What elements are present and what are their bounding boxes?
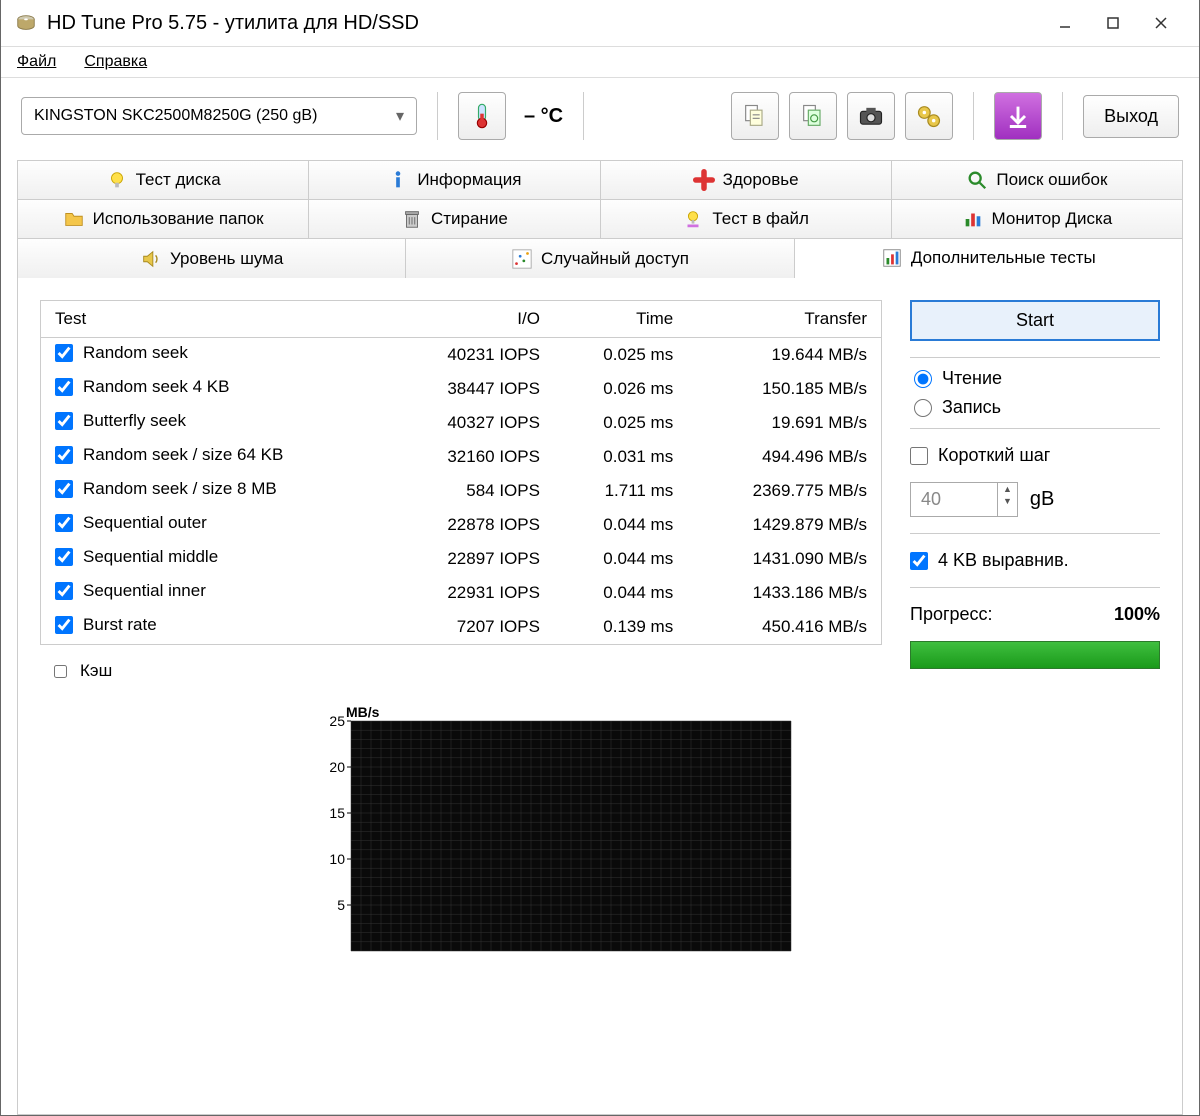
table-row[interactable]: Random seek 4 KB38447 IOPS0.026 ms150.18… <box>41 372 881 406</box>
copy-info-button[interactable] <box>731 92 779 140</box>
table-row[interactable]: Burst rate7207 IOPS0.139 ms450.416 MB/s <box>41 610 881 644</box>
tab-health[interactable]: Здоровье <box>601 161 892 199</box>
menu-help[interactable]: Справка <box>84 53 147 71</box>
tab-random-access[interactable]: Случайный доступ <box>406 239 794 278</box>
monitor-bars-icon <box>962 208 984 230</box>
table-row[interactable]: Random seek / size 8 MB584 IOPS1.711 ms2… <box>41 474 881 508</box>
chart: MB/s 5 10 15 20 25 <box>40 699 882 969</box>
settings-button[interactable] <box>905 92 953 140</box>
toolbar: KINGSTON SKC2500M8250G (250 gB) ▾ – °C В… <box>1 78 1199 154</box>
table-row[interactable]: Random seek / size 64 KB32160 IOPS0.031 … <box>41 440 881 474</box>
tab-disk-monitor[interactable]: Монитор Диска <box>892 200 1182 238</box>
sidebar: Start Чтение Запись Короткий шаг 40 ▲▼ g… <box>910 300 1160 1092</box>
table-row[interactable]: Sequential inner22931 IOPS0.044 ms1433.1… <box>41 576 881 610</box>
svg-text:25: 25 <box>329 713 345 729</box>
spinner-up[interactable]: ▲ <box>998 483 1017 495</box>
mode-write[interactable]: Запись <box>914 397 1156 418</box>
chevron-down-icon: ▾ <box>396 106 404 126</box>
menu-file[interactable]: Файл <box>17 53 56 71</box>
short-stroke-spinner[interactable]: 40 ▲▼ <box>910 482 1018 517</box>
save-button[interactable] <box>994 92 1042 140</box>
table-row[interactable]: Sequential middle22897 IOPS0.044 ms1431.… <box>41 542 881 576</box>
chart-ylabel: MB/s <box>346 704 380 720</box>
svg-text:5: 5 <box>337 897 345 913</box>
tab-extra-tests[interactable]: Дополнительные тесты <box>795 239 1182 279</box>
tab-aam[interactable]: Уровень шума <box>18 239 406 278</box>
chart-icon <box>881 247 903 269</box>
mode-read[interactable]: Чтение <box>914 368 1156 389</box>
maximize-button[interactable] <box>1089 8 1137 38</box>
screenshot-button[interactable] <box>847 92 895 140</box>
tab-info[interactable]: Информация <box>309 161 600 199</box>
progress-bar <box>910 641 1160 669</box>
col-io[interactable]: I/O <box>390 301 554 338</box>
temperature-button[interactable] <box>458 92 506 140</box>
temperature-label: – °C <box>524 105 563 128</box>
search-icon <box>966 169 988 191</box>
col-transfer[interactable]: Transfer <box>687 301 881 338</box>
svg-text:20: 20 <box>329 759 345 775</box>
menubar: Файл Справка <box>1 47 1199 78</box>
tab-erase[interactable]: Стирание <box>309 200 600 238</box>
align-4k-checkbox[interactable]: 4 KB выравнив. <box>910 550 1160 571</box>
tab-benchmark[interactable]: Тест диска <box>18 161 309 199</box>
health-icon <box>693 169 715 191</box>
exit-button[interactable]: Выход <box>1083 95 1179 138</box>
short-stroke-checkbox[interactable]: Короткий шаг <box>910 445 1160 466</box>
close-button[interactable] <box>1137 8 1185 38</box>
info-icon <box>387 169 409 191</box>
file-bulb-icon <box>682 208 704 230</box>
table-row[interactable]: Random seek40231 IOPS0.025 ms19.644 MB/s <box>41 338 881 373</box>
bulb-icon <box>106 169 128 191</box>
folder-icon <box>63 208 85 230</box>
app-icon <box>15 12 37 34</box>
progress-value: 100% <box>1114 604 1160 625</box>
table-row[interactable]: Butterfly seek40327 IOPS0.025 ms19.691 M… <box>41 406 881 440</box>
col-test[interactable]: Test <box>41 301 390 338</box>
mode-radio-group: Чтение Запись <box>910 357 1160 429</box>
device-select[interactable]: KINGSTON SKC2500M8250G (250 gB) ▾ <box>21 97 417 135</box>
progress-label: Прогресс: <box>910 604 993 625</box>
minimize-button[interactable] <box>1041 8 1089 38</box>
results-table: Test I/O Time Transfer Random seek40231 … <box>40 300 882 645</box>
device-name: KINGSTON SKC2500M8250G (250 gB) <box>34 107 317 125</box>
tab-rows: Тест диска Информация Здоровье Поиск оши… <box>18 160 1182 278</box>
copy-drive-button[interactable] <box>789 92 837 140</box>
svg-text:15: 15 <box>329 805 345 821</box>
col-time[interactable]: Time <box>554 301 687 338</box>
table-row[interactable]: Sequential outer22878 IOPS0.044 ms1429.8… <box>41 508 881 542</box>
trash-icon <box>401 208 423 230</box>
spinner-down[interactable]: ▼ <box>998 495 1017 507</box>
speaker-icon <box>140 248 162 270</box>
tab-folder-usage[interactable]: Использование папок <box>18 200 309 238</box>
cache-checkbox[interactable]: Кэш <box>50 661 882 681</box>
start-button[interactable]: Start <box>910 300 1160 341</box>
scatter-icon <box>511 248 533 270</box>
window-title: HD Tune Pro 5.75 - утилита для HD/SSD <box>47 12 1041 35</box>
tab-error-scan[interactable]: Поиск ошибок <box>892 161 1182 199</box>
svg-text:10: 10 <box>329 851 345 867</box>
tab-file-benchmark[interactable]: Тест в файл <box>601 200 892 238</box>
short-stroke-unit: gB <box>1030 488 1054 511</box>
titlebar: HD Tune Pro 5.75 - утилита для HD/SSD <box>1 0 1199 47</box>
